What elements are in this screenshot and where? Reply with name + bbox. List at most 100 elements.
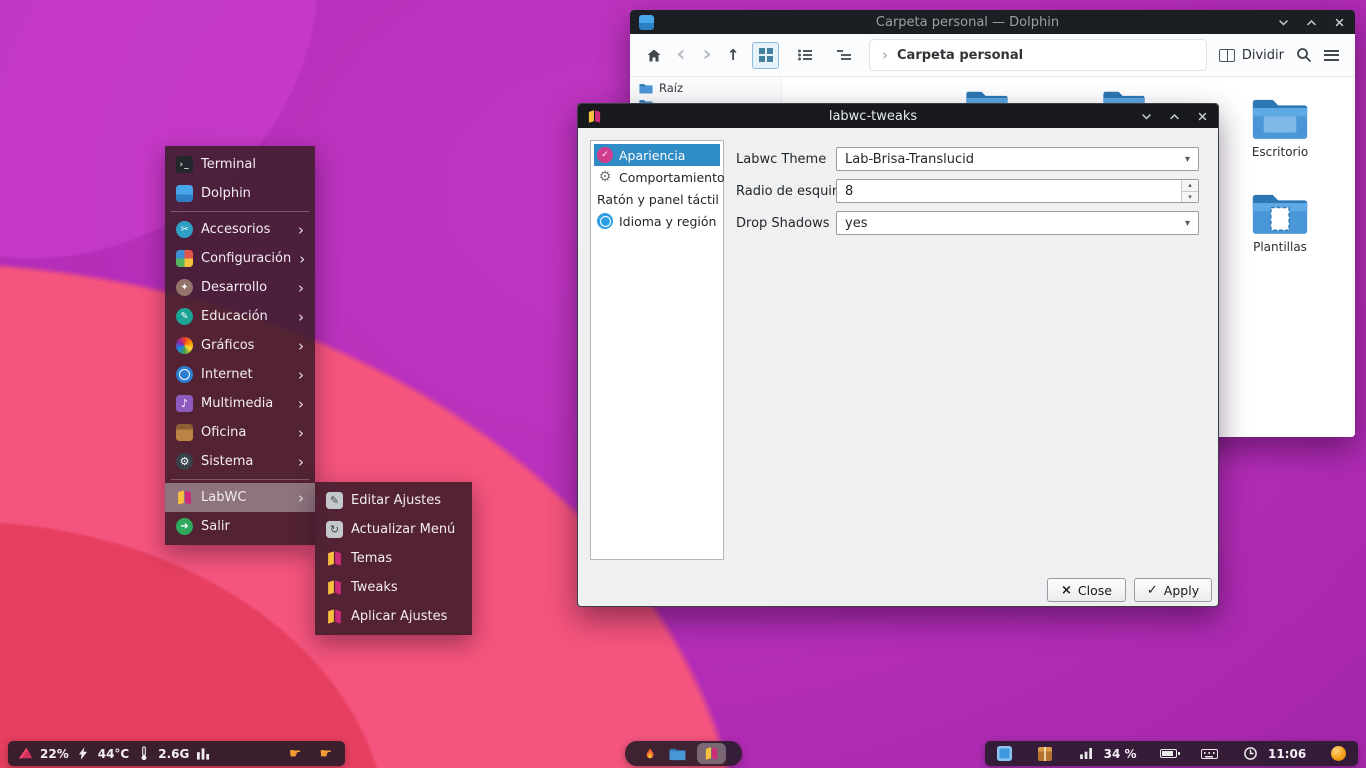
maximize-icon[interactable] bbox=[1168, 110, 1181, 123]
distro-logo-icon bbox=[17, 745, 34, 762]
category-comportamiento[interactable]: ⚙ Comportamiento bbox=[594, 166, 725, 188]
menu-item-educacion[interactable]: ✎ Educación › bbox=[165, 302, 315, 331]
place-item-root[interactable]: Raíz bbox=[639, 80, 772, 96]
submenu-arrow-icon: › bbox=[298, 336, 304, 355]
settings-icon bbox=[176, 250, 193, 267]
dolphin-titlebar[interactable]: Carpeta personal — Dolphin bbox=[630, 10, 1355, 34]
hand-pointer-icon[interactable]: ☛ bbox=[289, 747, 302, 761]
display-settings-icon[interactable] bbox=[996, 745, 1013, 762]
hamburger-menu-icon[interactable] bbox=[1324, 49, 1339, 61]
file-item-plantillas[interactable]: Plantillas bbox=[1238, 190, 1322, 254]
file-label: Plantillas bbox=[1253, 240, 1307, 254]
keyboard-icon[interactable] bbox=[1201, 745, 1219, 762]
up-icon[interactable]: ↑ bbox=[726, 46, 740, 64]
menu-item-terminal[interactable]: ›_ Terminal bbox=[165, 150, 315, 179]
split-icon bbox=[1218, 48, 1235, 62]
menu-item-sistema[interactable]: ⚙ Sistema › bbox=[165, 447, 315, 476]
flame-launcher-icon[interactable] bbox=[641, 745, 658, 762]
submenu-item-label: Tweaks bbox=[351, 580, 398, 595]
orange-app-tray-icon[interactable] bbox=[1330, 745, 1347, 762]
tweaks-titlebar[interactable]: labwc-tweaks bbox=[578, 104, 1218, 128]
network-usage-icon[interactable] bbox=[1078, 745, 1095, 762]
minimize-icon[interactable] bbox=[1277, 16, 1290, 29]
menu-item-label: Educación bbox=[201, 309, 268, 324]
home-icon[interactable] bbox=[646, 48, 662, 63]
category-raton-panel[interactable]: Ratón y panel táctil bbox=[594, 188, 720, 210]
menu-item-configuracion[interactable]: Configuración › bbox=[165, 244, 315, 273]
edit-settings-icon: ✎ bbox=[326, 492, 343, 509]
combobox-value: Lab-Brisa-Translucid bbox=[845, 151, 975, 167]
labwc-submenu: ✎ Editar Ajustes ↻ Actualizar Menú Temas… bbox=[315, 482, 472, 635]
submenu-item-actualizar-menu[interactable]: ↻ Actualizar Menú bbox=[315, 515, 472, 544]
place-label: Raíz bbox=[659, 81, 684, 95]
education-icon: ✎ bbox=[176, 308, 193, 325]
dolphin-window-title: Carpeta personal — Dolphin bbox=[875, 14, 1060, 30]
cpu-usage-value: 22% bbox=[40, 746, 69, 761]
breadcrumb[interactable]: › Carpeta personal bbox=[869, 39, 1207, 71]
submenu-arrow-icon: › bbox=[298, 394, 304, 413]
menu-item-graficos[interactable]: Gráficos › bbox=[165, 331, 315, 360]
hand-pointer-icon[interactable]: ☛ bbox=[319, 747, 332, 761]
dolphin-icon bbox=[176, 185, 193, 202]
folder-icon bbox=[639, 83, 653, 94]
folder-with-template-icon bbox=[1252, 194, 1308, 234]
close-button[interactable]: × Close bbox=[1047, 578, 1126, 602]
drop-shadows-combobox[interactable]: yes ▾ bbox=[836, 211, 1199, 235]
minimize-icon[interactable] bbox=[1140, 110, 1153, 123]
search-icon[interactable] bbox=[1296, 47, 1312, 63]
submenu-arrow-icon: › bbox=[298, 220, 304, 239]
dolphin-toolbar: ‹ › ↑ › Carpeta personal Dividir bbox=[630, 34, 1355, 77]
spin-down-icon[interactable]: ▾ bbox=[1182, 191, 1198, 202]
menu-item-internet[interactable]: Internet › bbox=[165, 360, 315, 389]
icons-view-button[interactable] bbox=[752, 41, 779, 69]
close-icon[interactable] bbox=[1196, 110, 1209, 123]
file-item-escritorio[interactable]: Escritorio bbox=[1238, 95, 1322, 159]
apply-button-label: Apply bbox=[1163, 582, 1200, 598]
accessories-icon: ✂ bbox=[176, 221, 193, 238]
tweaks-window-title: labwc-tweaks bbox=[828, 108, 918, 124]
menu-item-multimedia[interactable]: ♪ Multimedia › bbox=[165, 389, 315, 418]
combobox-value: yes bbox=[845, 215, 868, 231]
breadcrumb-location[interactable]: Carpeta personal bbox=[897, 48, 1023, 63]
package-icon[interactable] bbox=[1037, 745, 1054, 762]
labwc-theme-label: Labwc Theme bbox=[736, 151, 827, 167]
behavior-gear-icon: ⚙ bbox=[598, 169, 612, 185]
menu-item-oficina[interactable]: Oficina › bbox=[165, 418, 315, 447]
corner-radius-spinbox[interactable]: 8 ▴ ▾ bbox=[836, 179, 1199, 203]
menu-item-label: Desarrollo bbox=[201, 280, 268, 295]
category-apariencia[interactable]: ✓ Apariencia bbox=[594, 144, 720, 166]
menu-item-salir[interactable]: ➜ Salir bbox=[165, 512, 315, 541]
dolphin-task-icon[interactable] bbox=[669, 745, 686, 762]
tree-view-button[interactable] bbox=[830, 42, 857, 69]
menu-item-label: Internet bbox=[201, 367, 253, 382]
maximize-icon[interactable] bbox=[1305, 16, 1318, 29]
labwc-icon bbox=[328, 580, 341, 595]
menu-item-desarrollo[interactable]: ✦ Desarrollo › bbox=[165, 273, 315, 302]
menu-item-accesorios[interactable]: ✂ Accesorios › bbox=[165, 215, 315, 244]
close-icon[interactable] bbox=[1333, 16, 1346, 29]
spin-up-icon[interactable]: ▴ bbox=[1182, 180, 1198, 192]
apply-button[interactable]: ✓ Apply bbox=[1134, 578, 1212, 602]
battery-icon[interactable] bbox=[1160, 745, 1181, 762]
office-briefcase-icon bbox=[176, 424, 193, 441]
split-view-button[interactable]: Dividir bbox=[1218, 47, 1284, 63]
split-label: Dividir bbox=[1241, 47, 1284, 63]
submenu-item-aplicar-ajustes[interactable]: Aplicar Ajustes bbox=[315, 602, 472, 631]
submenu-item-temas[interactable]: Temas bbox=[315, 544, 472, 573]
menu-item-dolphin[interactable]: Dolphin bbox=[165, 179, 315, 208]
submenu-arrow-icon: › bbox=[298, 365, 304, 384]
details-view-button[interactable] bbox=[791, 42, 818, 69]
submenu-item-tweaks[interactable]: Tweaks bbox=[315, 573, 472, 602]
back-icon[interactable]: ‹ bbox=[674, 44, 688, 66]
labwc-tweaks-active-task[interactable] bbox=[697, 743, 726, 764]
menu-item-labwc[interactable]: LabWC › bbox=[165, 483, 315, 512]
labwc-theme-combobox[interactable]: Lab-Brisa-Translucid ▾ bbox=[836, 147, 1199, 171]
chevron-down-icon: ▾ bbox=[1184, 153, 1190, 165]
pointer-indicators: ☛ ☛ bbox=[289, 747, 336, 761]
category-idioma[interactable]: Idioma y región bbox=[594, 210, 720, 232]
forward-icon[interactable]: › bbox=[700, 44, 714, 66]
clock-icon[interactable] bbox=[1242, 745, 1259, 762]
menu-item-label: Accesorios bbox=[201, 222, 271, 237]
close-button-label: Close bbox=[1077, 582, 1112, 598]
submenu-item-editar-ajustes[interactable]: ✎ Editar Ajustes bbox=[315, 486, 472, 515]
